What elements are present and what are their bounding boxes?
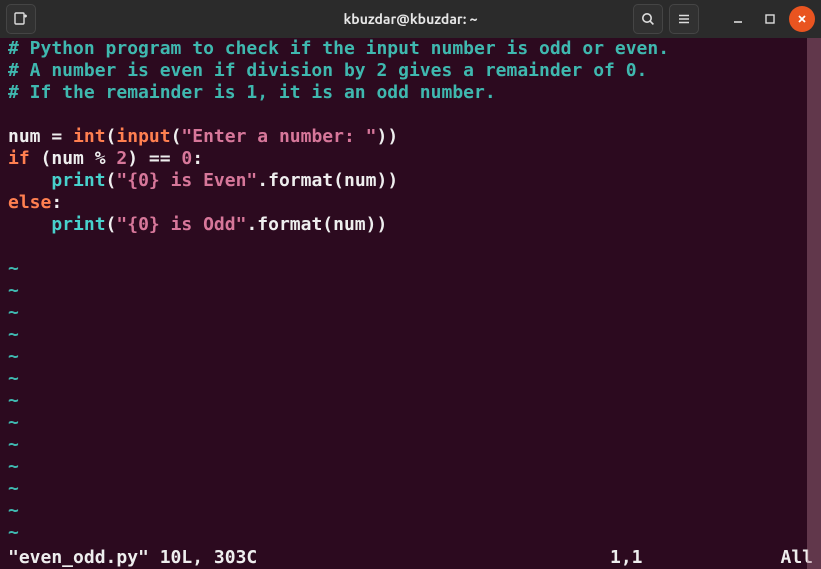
empty-line-tilde: ~ [8,522,19,543]
blank-line [0,236,821,258]
code-line: print("{0} is Even".format(num)) [0,170,821,192]
empty-line-tilde: ~ [8,478,19,499]
empty-line-tilde: ~ [8,324,19,345]
comment-line: # Python program to check if the input n… [8,38,669,59]
empty-line-tilde: ~ [8,258,19,279]
empty-line-tilde: ~ [8,412,19,433]
hamburger-icon [676,11,692,27]
code-line: else: [0,192,821,214]
code-line: if (num % 2) == 0: [0,148,821,170]
empty-line-tilde: ~ [8,390,19,411]
empty-line-tilde: ~ [8,456,19,477]
code-line: print("{0} is Odd".format(num)) [0,214,821,236]
blank-line [0,104,821,126]
vim-status-line: "even_odd.py" 10L, 303C 1,1 All [0,547,821,569]
new-tab-button[interactable] [6,4,36,34]
empty-line-tilde: ~ [8,368,19,389]
minimize-button[interactable] [725,6,751,32]
menu-button[interactable] [669,4,699,34]
empty-line-tilde: ~ [8,302,19,323]
empty-line-tilde: ~ [8,500,19,521]
scrollbar-thumb[interactable] [807,38,821,569]
search-icon [640,11,656,27]
empty-line-tilde: ~ [8,280,19,301]
close-icon [796,13,808,25]
new-tab-icon [13,11,29,27]
window-titlebar: kbuzdar@kbuzdar: ~ [0,0,821,38]
comment-line: # If the remainder is 1, it is an odd nu… [8,82,496,103]
empty-line-tilde: ~ [8,434,19,455]
close-button[interactable] [789,6,815,32]
comment-line: # A number is even if division by 2 give… [8,60,647,81]
status-file: "even_odd.py" 10L, 303C [8,547,257,569]
maximize-button[interactable] [757,6,783,32]
search-button[interactable] [633,4,663,34]
maximize-icon [764,13,776,25]
empty-line-tilde: ~ [8,346,19,367]
vertical-scrollbar[interactable] [807,38,821,569]
minimize-icon [732,13,744,25]
code-line: num = int(input("Enter a number: ")) [0,126,821,148]
status-cursor-pos: 1,1 [610,547,643,569]
editor-area[interactable]: # Python program to check if the input n… [0,38,821,569]
